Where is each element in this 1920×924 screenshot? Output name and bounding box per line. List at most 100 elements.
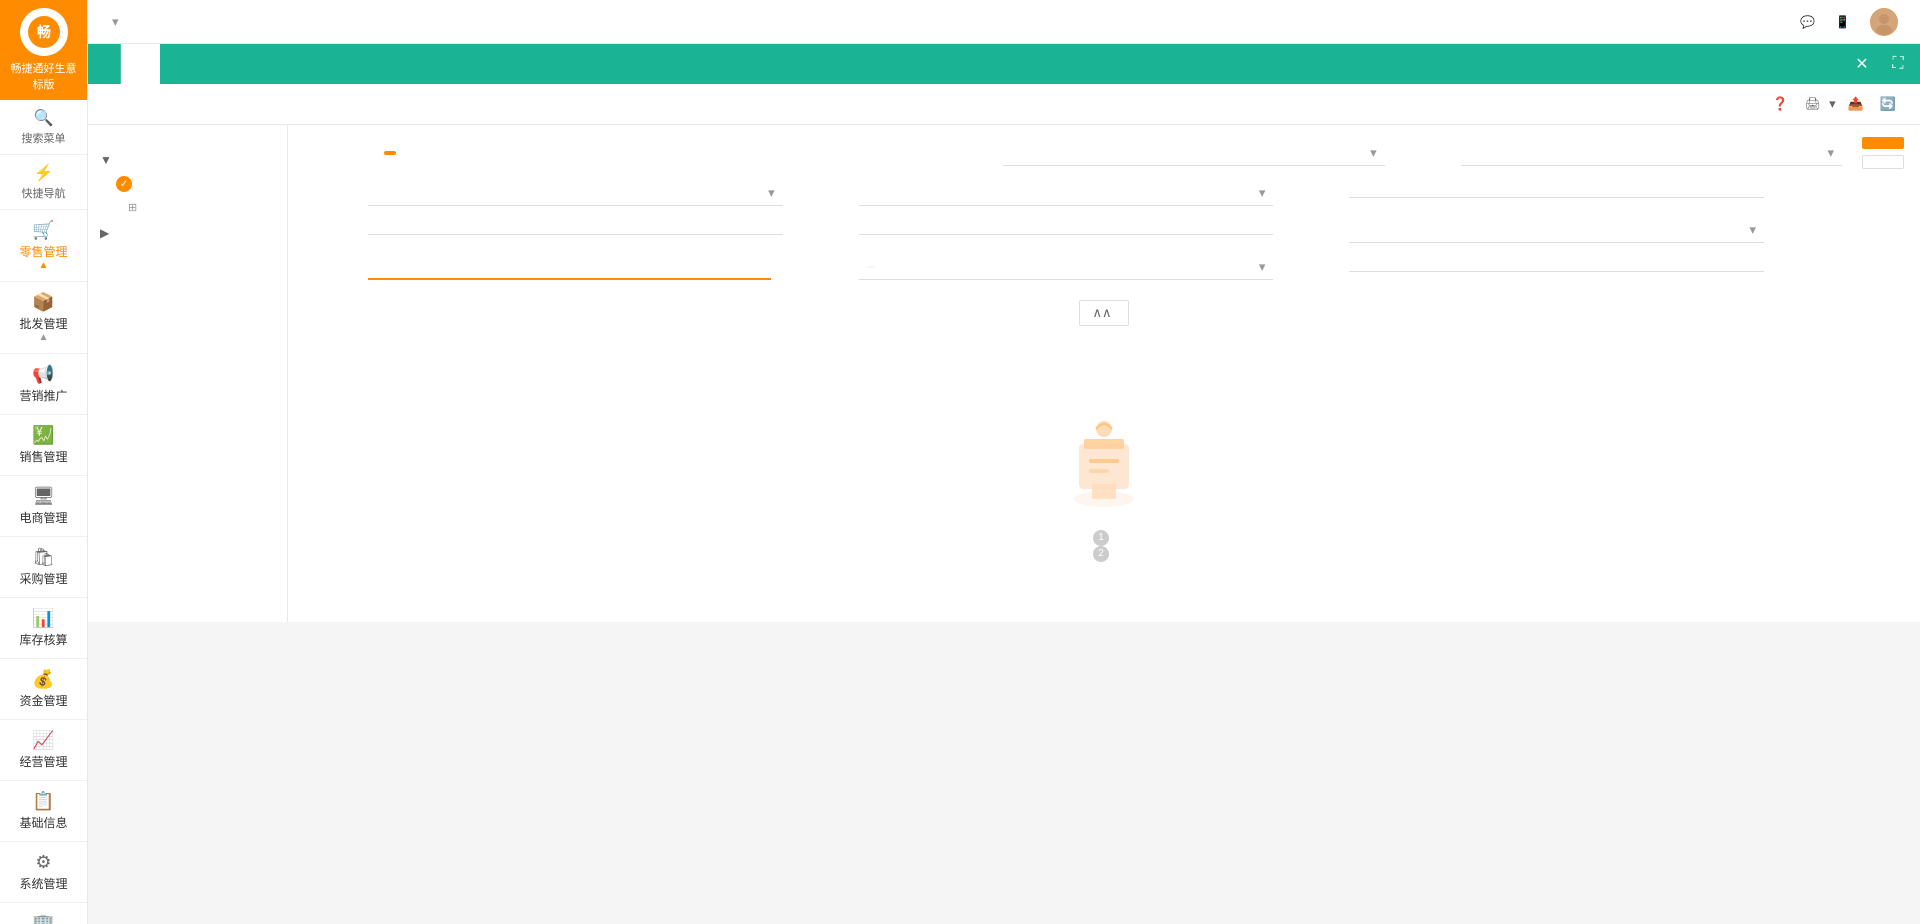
message-btn[interactable]: 💬 (1800, 15, 1819, 29)
sidebar-item-ecommerce[interactable]: 🖥 电商管理 (0, 476, 87, 537)
sidebar-item-inventory[interactable]: 📊 库存核算 (0, 598, 87, 659)
filter-right: ▾ ▾ (288, 125, 1920, 622)
brand-select[interactable] (1349, 263, 1764, 272)
scheme-sub-item-order[interactable]: ⊞ (88, 197, 287, 218)
payment-tag (867, 266, 875, 268)
sidebar-item-wholesale[interactable]: 📦 批发管理 ▲ (0, 282, 87, 354)
sales-label: 销售管理 (19, 448, 67, 465)
filter-product (304, 226, 783, 235)
print-icon: 🖨 (1805, 96, 1822, 112)
scheme-panel: ▼ ✓ ⊞ ▶ (88, 125, 288, 622)
department-select[interactable]: ▾ (1349, 218, 1764, 243)
action-buttons (1862, 137, 1904, 169)
empty-tip-2: 2 (1093, 546, 1115, 562)
refresh-btn[interactable]: 🔄 (1880, 96, 1900, 112)
page-header: ❓ 🖨 ▾ 📤 🔄 (88, 84, 1920, 125)
date-more-btn[interactable] (432, 151, 444, 155)
date-this-year-btn[interactable] (400, 151, 412, 155)
tab-sales-stats[interactable] (121, 44, 160, 84)
logo-icon: 畅 (20, 8, 68, 56)
receipt-status-dropdown-icon: ▾ (1259, 185, 1266, 201)
filter-panel: ▼ ✓ ⊞ ▶ (88, 125, 1920, 622)
message-icon: 💬 (1800, 15, 1815, 29)
product-select[interactable] (368, 226, 783, 235)
settings-btn[interactable] (1862, 155, 1904, 169)
mobile-chevron-icon: ▶ (100, 226, 109, 240)
basicinfo-icon: 📋 (32, 791, 54, 812)
system-icon: ⚙ (35, 852, 51, 873)
scheme-pc-group-header[interactable]: ▼ (88, 149, 287, 171)
scheme-item-salesperson[interactable]: ✓ (88, 171, 287, 197)
sidebar-item-system[interactable]: ⚙ 系统管理 (0, 842, 87, 903)
tabs-bar: ✕ ⛶ (88, 44, 1920, 84)
tab-minimize-btn[interactable]: ✕ (1848, 50, 1876, 78)
date-last7-btn[interactable] (416, 151, 428, 155)
filter-inputs: ▾ ▾ (288, 125, 1920, 346)
doc-status-select[interactable]: ▾ (1461, 141, 1842, 166)
topbar: ▾ 💬 📱 (88, 0, 1920, 44)
empty-icon (1054, 414, 1154, 514)
tab-maximize-btn[interactable]: ⛶ (1884, 50, 1912, 78)
query-btn[interactable] (1862, 137, 1904, 149)
quick-nav-item[interactable]: ⚡ 快捷导航 (0, 155, 87, 210)
operations-label: 经营管理 (19, 753, 67, 770)
scheme-mobile-group-header[interactable]: ▶ (88, 222, 287, 244)
avatar (1870, 8, 1898, 36)
ecommerce-icon: 🖥 (32, 486, 55, 507)
wholesale-icon: 📦 (32, 292, 54, 313)
scheme-pc-group: ▼ ✓ ⊞ (88, 145, 287, 222)
app-download-btn[interactable]: 📱 (1835, 15, 1854, 29)
sidebar-item-basicinfo[interactable]: 📋 基础信息 (0, 781, 87, 842)
pc-chevron-icon: ▼ (100, 153, 112, 167)
sidebar-item-enterprise[interactable]: 🏢 企业协同 (0, 903, 87, 924)
doc-type-select[interactable]: ▾ (1003, 141, 1384, 166)
filter-out-status: ▾ (304, 181, 783, 206)
marketing-label: 营销推广 (19, 387, 67, 404)
filter-row-3: ▾ (304, 218, 1904, 243)
system-label: 系统管理 (19, 875, 67, 892)
tabs-right-actions: ✕ ⛶ (1848, 50, 1920, 78)
search-label: 搜索菜单 (22, 130, 66, 146)
date-custom-btn[interactable] (448, 151, 460, 155)
sidebar-item-purchase[interactable]: 🛍 采购管理 (0, 537, 87, 598)
print-btn[interactable]: 🖨 ▾ (1805, 96, 1836, 112)
breadcrumb-dropdown-icon[interactable]: ▾ (112, 14, 119, 30)
empty-state: 1 2 (288, 354, 1920, 622)
sidebar-item-retail[interactable]: 🛒 零售管理 ▲ (0, 210, 87, 282)
app-icon: 📱 (1835, 15, 1850, 29)
consignee-input[interactable] (368, 255, 771, 280)
date-buttons (368, 151, 460, 155)
payment-select[interactable]: ▾ (859, 255, 1274, 280)
export-btn[interactable]: 📤 (1848, 96, 1868, 112)
sidebar-item-operations[interactable]: 📈 经营管理 (0, 720, 87, 781)
empty-tips: 1 2 (1093, 530, 1115, 562)
collapse-btn[interactable]: ∧∧ (1079, 300, 1128, 326)
filter-warehouse (1285, 189, 1764, 198)
logo-subtitle: 标版 (33, 76, 55, 92)
search-menu-item[interactable]: 🔍 搜索菜单 (0, 100, 87, 155)
date-last-month-btn[interactable] (368, 151, 380, 155)
purchase-icon: 🛍 (32, 547, 55, 568)
retail-label: 零售管理 (19, 243, 67, 260)
marketing-icon: 📢 (32, 364, 54, 385)
ecommerce-label: 电商管理 (19, 509, 67, 526)
basicinfo-label: 基础信息 (19, 814, 67, 831)
page-actions: ❓ 🖨 ▾ 📤 🔄 (1772, 96, 1900, 112)
user-menu[interactable] (1870, 8, 1904, 36)
tab-home[interactable] (88, 44, 121, 84)
sidebar-item-sales[interactable]: 💹 销售管理 (0, 415, 87, 476)
date-this-month-btn[interactable] (384, 151, 396, 155)
refresh-icon: 🔄 (1880, 96, 1896, 112)
help-icon: ❓ (1772, 96, 1788, 112)
receipt-status-select[interactable]: ▾ (859, 181, 1274, 206)
salesperson-select[interactable] (859, 226, 1274, 235)
help-btn[interactable]: ❓ (1772, 96, 1792, 112)
sidebar-item-finance[interactable]: 💰 资金管理 (0, 659, 87, 720)
wholesale-label: 批发管理 (19, 315, 67, 332)
doc-status-dropdown-icon: ▾ (1827, 145, 1834, 161)
logo-text: 畅捷通好生意 (11, 60, 77, 76)
out-status-select[interactable]: ▾ (368, 181, 783, 206)
warehouse-select[interactable] (1349, 189, 1764, 198)
page-content: ❓ 🖨 ▾ 📤 🔄 (88, 84, 1920, 924)
sidebar-item-marketing[interactable]: 📢 营销推广 (0, 354, 87, 415)
